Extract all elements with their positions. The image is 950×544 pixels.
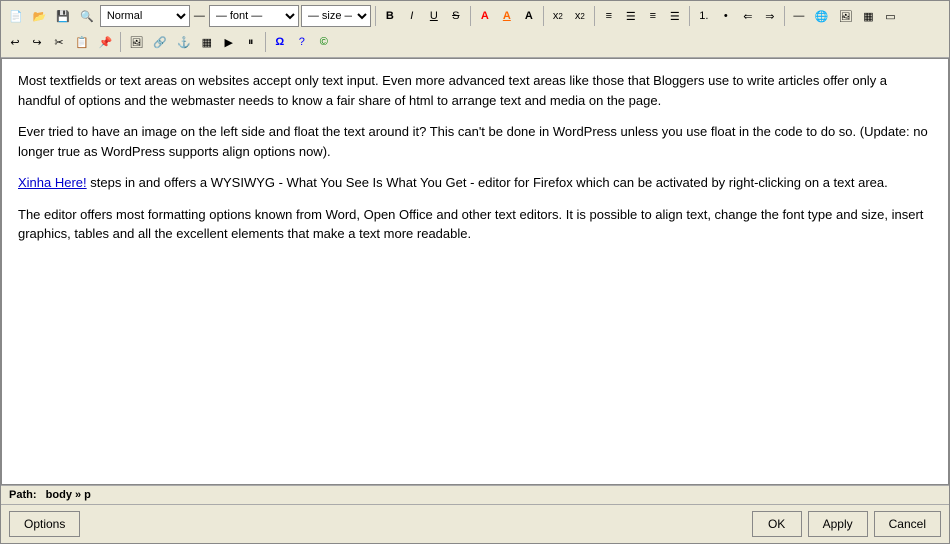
action-buttons: OK Apply Cancel	[752, 511, 941, 537]
style-select[interactable]: Normal	[100, 5, 190, 27]
paragraph-3: Xinha Here! steps in and offers a WYSIWY…	[18, 173, 932, 193]
indent-more-button[interactable]: ⇒	[760, 5, 780, 27]
image-button[interactable]: 🖼	[835, 5, 857, 27]
bold-button[interactable]: B	[380, 5, 400, 27]
underline-button[interactable]: U	[424, 5, 444, 27]
divider-6	[784, 6, 785, 26]
redo-button[interactable]: ↪	[27, 31, 47, 53]
font-separator: —	[192, 10, 207, 22]
align-center-button[interactable]: ☰	[621, 5, 641, 27]
insert-img-btn[interactable]: 🖼	[125, 31, 147, 53]
divider-2	[470, 6, 471, 26]
bg-color-button[interactable]: A	[497, 5, 517, 27]
undo-button[interactable]: ↩	[5, 31, 25, 53]
frame-button[interactable]: ▭	[880, 5, 900, 27]
align-left-button[interactable]: ≡	[599, 5, 619, 27]
new-button[interactable]: 📄	[5, 5, 27, 27]
bottom-bar: Options OK Apply Cancel	[1, 504, 949, 543]
status-bar: Path: body » p	[1, 485, 949, 504]
copy-button[interactable]: 📋	[71, 31, 93, 53]
ordered-list-button[interactable]: 1.	[694, 5, 714, 27]
toolbar: 📄 📂 💾 🔍 Normal — — font — — size — B I U…	[1, 1, 949, 58]
about-btn[interactable]: ©	[314, 31, 334, 53]
paragraph-3-text: steps in and offers a WYSIWYG - What You…	[87, 175, 888, 190]
align-right-button[interactable]: ≡	[643, 5, 663, 27]
toolbar-row-1: 📄 📂 💾 🔍 Normal — — font — — size — B I U…	[5, 3, 945, 29]
pagebreak-btn[interactable]: ⏸	[241, 31, 261, 53]
paragraph-1: Most textfields or text areas on website…	[18, 71, 932, 110]
hr-button[interactable]: —	[789, 5, 809, 27]
options-button[interactable]: Options	[9, 511, 80, 537]
table-button[interactable]: ▦	[858, 5, 878, 27]
open-button[interactable]: 📂	[29, 5, 51, 27]
toolbar-row-2: ↩ ↪ ✂ 📋 📌 🖼 🔗 ⚓ ▦ ▶ ⏸ Ω ? ©	[5, 29, 945, 55]
path-label: Path:	[9, 489, 37, 501]
divider-8	[265, 32, 266, 52]
table-btn2[interactable]: ▦	[197, 31, 217, 53]
paragraph-2: Ever tried to have an image on the left …	[18, 122, 932, 161]
insert-link-btn2[interactable]: 🔗	[149, 31, 171, 53]
subscript-button[interactable]: x2	[548, 5, 568, 27]
divider-7	[120, 32, 121, 52]
paragraph-4: The editor offers most formatting option…	[18, 205, 932, 244]
paste-button[interactable]: 📌	[95, 31, 117, 53]
font-color-button[interactable]: A	[475, 5, 495, 27]
editor-content[interactable]: Most textfields or text areas on website…	[1, 58, 949, 485]
font-select[interactable]: — font —	[209, 5, 299, 27]
indent-less-button[interactable]: ⇐	[738, 5, 758, 27]
italic-button[interactable]: I	[402, 5, 422, 27]
divider-1	[375, 6, 376, 26]
xinha-link[interactable]: Xinha Here!	[18, 175, 87, 190]
divider-4	[594, 6, 595, 26]
unordered-list-button[interactable]: •	[716, 5, 736, 27]
ok-button[interactable]: OK	[752, 511, 802, 537]
link-button[interactable]: 🌐	[811, 5, 833, 27]
special-char-btn[interactable]: Ω	[270, 31, 290, 53]
anchor-button[interactable]: ⚓	[173, 31, 195, 53]
strikethrough-button[interactable]: S	[446, 5, 466, 27]
cancel-button[interactable]: Cancel	[874, 511, 941, 537]
path-value: body » p	[46, 489, 91, 501]
align-justify-button[interactable]: ☰	[665, 5, 685, 27]
apply-button[interactable]: Apply	[808, 511, 868, 537]
cut-button[interactable]: ✂	[49, 31, 69, 53]
help-btn[interactable]: ?	[292, 31, 312, 53]
magnify-button[interactable]: 🔍	[76, 5, 98, 27]
superscript-button[interactable]: x2	[570, 5, 590, 27]
size-select[interactable]: — size —	[301, 5, 371, 27]
save-button[interactable]: 💾	[52, 5, 74, 27]
divider-3	[543, 6, 544, 26]
media-btn[interactable]: ▶	[219, 31, 239, 53]
color-a-button[interactable]: A	[519, 5, 539, 27]
divider-5	[689, 6, 690, 26]
